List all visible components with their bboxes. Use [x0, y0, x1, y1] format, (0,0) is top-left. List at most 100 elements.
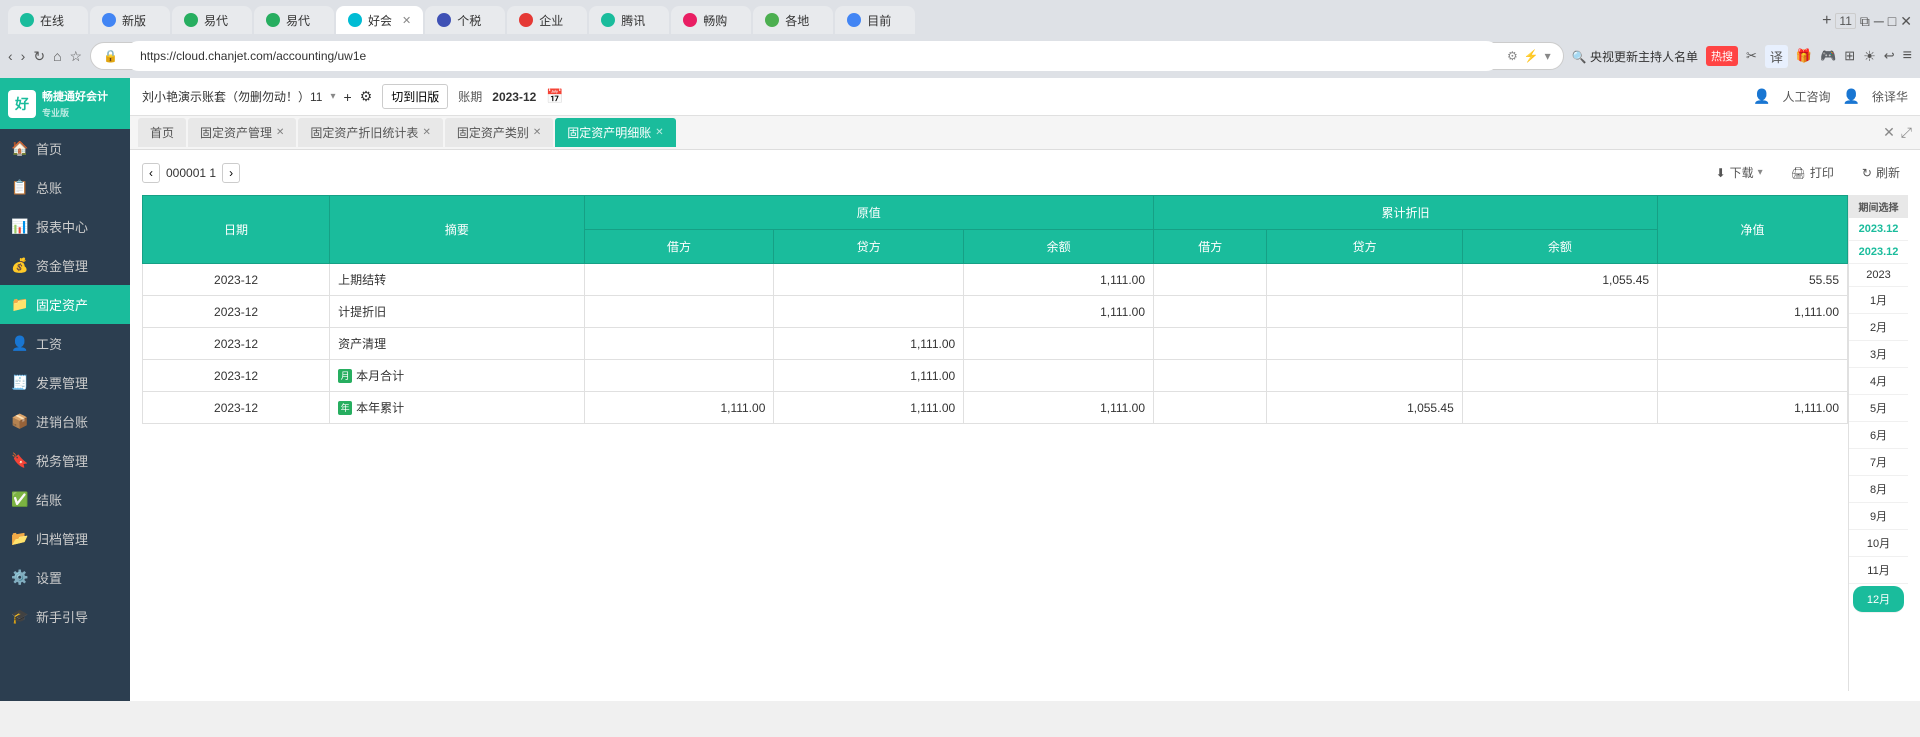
close-tab-icon[interactable]: ✕: [1883, 124, 1895, 141]
month-3[interactable]: 3月: [1849, 341, 1908, 368]
month-7[interactable]: 7月: [1849, 449, 1908, 476]
add-icon[interactable]: +: [344, 89, 352, 105]
sidebar-item-ledger[interactable]: 📋 总账: [0, 168, 130, 207]
refresh-button[interactable]: ↻ 刷新: [1854, 160, 1908, 185]
customer-service-icon: 👤: [1753, 88, 1770, 105]
sidebar-item-payroll[interactable]: 👤 工资: [0, 324, 130, 363]
browser-tab-tax[interactable]: 个税: [425, 6, 505, 34]
account-dropdown-icon[interactable]: ▾: [330, 91, 335, 102]
tab-close-icon[interactable]: ✕: [422, 127, 430, 138]
col-accumulated-depreciation: 累计折旧: [1154, 196, 1658, 230]
download-dropdown-icon[interactable]: ▾: [1758, 167, 1763, 178]
sidebar-item-tax[interactable]: 🔖 税务管理: [0, 441, 130, 480]
tab-close-icon[interactable]: ✕: [655, 127, 663, 138]
maximize-window-icon[interactable]: □: [1888, 13, 1896, 29]
account-info: 刘小艳演示账套（勿删勿动！）11 ▾ + ⚙: [142, 88, 372, 105]
settings-mini-icon[interactable]: ⚙: [360, 88, 373, 105]
browser-tab-active[interactable]: 好会 ✕: [336, 6, 423, 34]
next-page-button[interactable]: ›: [222, 163, 240, 183]
month-11[interactable]: 11月: [1849, 557, 1908, 584]
home-button[interactable]: ⌂: [53, 48, 61, 64]
game-icon[interactable]: 🎮: [1820, 48, 1836, 64]
fullscreen-icon[interactable]: ⤢: [1901, 124, 1912, 141]
browser-tab-muqian[interactable]: 目前: [835, 6, 915, 34]
grid-icon[interactable]: ⊞: [1844, 48, 1855, 64]
gift-icon[interactable]: 🎁: [1796, 48, 1812, 64]
browser-tab-yidai1[interactable]: 易代: [172, 6, 252, 34]
customer-service-label[interactable]: 人工咨询: [1783, 88, 1831, 105]
settings-icon[interactable]: ⚙: [1507, 49, 1518, 63]
menu-icon[interactable]: ≡: [1903, 47, 1912, 65]
month-2[interactable]: 2月: [1849, 314, 1908, 341]
reports-icon: 📊: [12, 219, 28, 235]
sidebar-item-guide[interactable]: 🎓 新手引导: [0, 597, 130, 636]
tab-asset-category[interactable]: 固定资产类别 ✕: [445, 118, 553, 147]
close-window-icon[interactable]: ✕: [1900, 13, 1912, 30]
close-account-icon: ✅: [12, 492, 28, 508]
browser-tab-yidai2[interactable]: 易代: [254, 6, 334, 34]
browser-tab-gedi[interactable]: 各地: [753, 6, 833, 34]
lightning-icon[interactable]: ⚡: [1524, 49, 1539, 63]
cell-orig-balance: 1,111.00: [964, 264, 1154, 296]
month-5[interactable]: 5月: [1849, 395, 1908, 422]
settings-sidebar-icon: ⚙️: [12, 570, 28, 586]
url-input[interactable]: [124, 41, 1501, 71]
sidebar-item-reports[interactable]: 📊 报表中心: [0, 207, 130, 246]
tab-label: 易代: [286, 12, 310, 29]
tab-close-icon[interactable]: ✕: [276, 127, 284, 138]
browser-tab-tencent[interactable]: 腾讯: [589, 6, 669, 34]
cut-icon[interactable]: ✂: [1746, 48, 1757, 64]
tab-label: 个税: [457, 12, 481, 29]
cell-summary-text: 本年累计: [356, 399, 404, 416]
calendar-icon[interactable]: 📅: [546, 88, 563, 105]
month-8[interactable]: 8月: [1849, 476, 1908, 503]
print-button[interactable]: 🖨 打印: [1783, 160, 1842, 185]
month-4[interactable]: 4月: [1849, 368, 1908, 395]
month-9[interactable]: 9月: [1849, 503, 1908, 530]
month-10[interactable]: 10月: [1849, 530, 1908, 557]
pagination-nav: ‹ 000001 1 ›: [142, 163, 240, 183]
new-tab-icon[interactable]: +: [1822, 12, 1831, 30]
sidebar-item-purchase-sale[interactable]: 📦 进销台账: [0, 402, 130, 441]
sidebar-item-archive[interactable]: 📂 归档管理: [0, 519, 130, 558]
translate-icon[interactable]: 译: [1765, 45, 1788, 68]
download-button[interactable]: ⬇ 下载 ▾: [1708, 160, 1771, 185]
minimize-window-icon[interactable]: ─: [1874, 13, 1884, 29]
reload-button[interactable]: ↻: [33, 48, 45, 65]
cell-accum-credit: [1267, 360, 1462, 392]
browser-tab-chang[interactable]: 畅购: [671, 6, 751, 34]
month-1[interactable]: 1月: [1849, 287, 1908, 314]
month-6[interactable]: 6月: [1849, 422, 1908, 449]
period-selected-2[interactable]: 2023.12: [1849, 241, 1908, 264]
tab-asset-detail[interactable]: 固定资产明细账 ✕: [555, 118, 675, 147]
col-date: 日期: [143, 196, 330, 264]
sidebar-item-settings[interactable]: ⚙️ 设置: [0, 558, 130, 597]
forward-button[interactable]: ›: [21, 48, 26, 64]
browser-tab-new[interactable]: 新版: [90, 6, 170, 34]
bookmark-button[interactable]: ☆: [70, 48, 83, 65]
prev-page-button[interactable]: ‹: [142, 163, 160, 183]
back-button[interactable]: ‹: [8, 48, 13, 64]
tab-close-icon[interactable]: ✕: [533, 127, 541, 138]
cell-orig-credit: [774, 264, 964, 296]
sidebar-item-fixed-assets[interactable]: 📁 固定资产: [0, 285, 130, 324]
sidebar-item-invoice[interactable]: 🧾 发票管理: [0, 363, 130, 402]
browser-tab-online[interactable]: 在线: [8, 6, 88, 34]
month-12[interactable]: 12月: [1853, 586, 1904, 613]
sidebar-item-close-account[interactable]: ✅ 结账: [0, 480, 130, 519]
sidebar-item-home[interactable]: 🏠 首页: [0, 129, 130, 168]
restore-window-icon[interactable]: ⧉: [1860, 13, 1870, 30]
brightness-icon[interactable]: ☀: [1863, 48, 1876, 65]
dropdown-icon[interactable]: ▾: [1545, 49, 1551, 63]
tab-depreciation-stats[interactable]: 固定资产折旧统计表 ✕: [298, 118, 442, 147]
row-annual-icon: 年: [338, 401, 352, 415]
switch-button[interactable]: 切到旧版: [382, 84, 448, 109]
tab-close-icon[interactable]: ✕: [402, 14, 411, 27]
browser-tab-corp[interactable]: 企业: [507, 6, 587, 34]
sidebar-item-finance[interactable]: 💰 资金管理: [0, 246, 130, 285]
tab-home[interactable]: 首页: [138, 118, 186, 147]
undo-icon[interactable]: ↩: [1884, 48, 1895, 64]
tab-fixed-asset-mgmt[interactable]: 固定资产管理 ✕: [188, 118, 296, 147]
tab-overflow-icon[interactable]: 11: [1835, 13, 1855, 29]
period-selected-1[interactable]: 2023.12: [1849, 218, 1908, 241]
